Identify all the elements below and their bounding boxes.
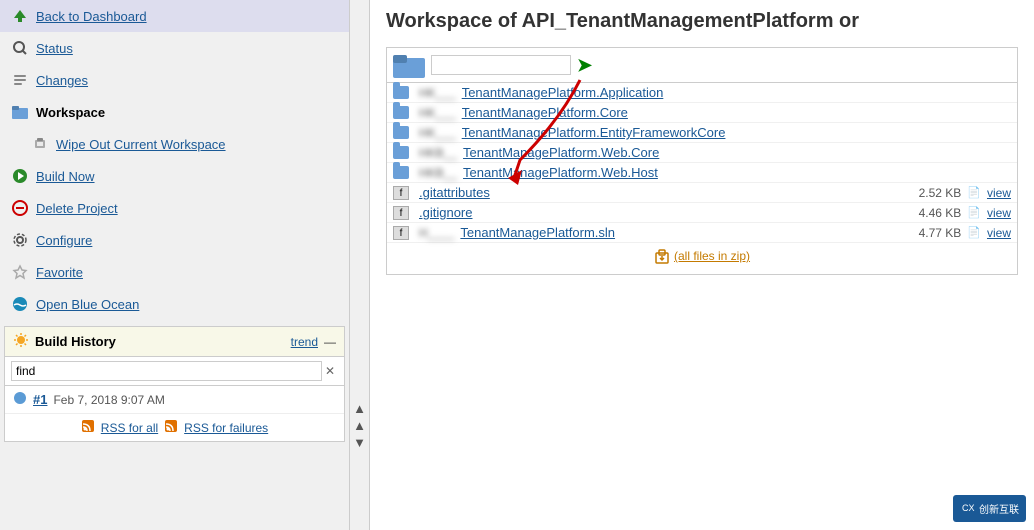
zip-icon (654, 249, 670, 268)
build-search-clear-button[interactable]: ✕ (322, 364, 338, 378)
view-file-link[interactable]: view (987, 186, 1011, 200)
sidebar-item-workspace[interactable]: Workspace (0, 96, 349, 128)
zip-download-link[interactable]: (all files in zip) (674, 249, 750, 268)
workspace-icon (10, 102, 30, 122)
file-row: HK___ TenantManagePlatform.EntityFramewo… (387, 123, 1017, 143)
workspace-path-bar: ➤ (387, 48, 1017, 83)
arrow-up-icon (10, 6, 30, 26)
build-history-search: ✕ (5, 357, 344, 386)
file-row: HKB__ TenantManagePlatform.Web.Host (387, 163, 1017, 183)
workspace-go-button[interactable]: ➤ (577, 55, 592, 76)
file-icon-small: 📄 (967, 206, 981, 219)
file-prefix: HK___ (419, 86, 456, 100)
build-status-icon (13, 391, 27, 408)
rss-failures-link[interactable]: RSS for failures (184, 421, 268, 435)
file-size: 4.46 KB (901, 206, 961, 220)
file-row: f H____ TenantManagePlatform.sln 4.77 KB… (387, 223, 1017, 243)
file-row: HK___ TenantManagePlatform.Application (387, 83, 1017, 103)
brand-icon: CX (960, 499, 976, 518)
file-row: f .gitignore 4.46 KB 📄 view (387, 203, 1017, 223)
folder-large-icon (393, 52, 425, 78)
build-history-trend-link[interactable]: trend (291, 335, 318, 349)
gear-icon (10, 230, 30, 250)
sidebar-item-favorite[interactable]: Favorite (0, 256, 349, 288)
star-icon (10, 262, 30, 282)
file-name-link[interactable]: TenantManagePlatform.Web.Core (463, 145, 1011, 160)
sidebar-item-back-to-dashboard[interactable]: Back to Dashboard (0, 0, 349, 32)
file-size: 4.77 KB (901, 226, 961, 240)
file-name-link[interactable]: TenantManagePlatform.EntityFrameworkCore (462, 125, 1011, 140)
build-history-entry: #1 Feb 7, 2018 9:07 AM (5, 386, 344, 414)
sidebar-item-delete-project[interactable]: Delete Project (0, 192, 349, 224)
delete-icon (10, 198, 30, 218)
workspace-browser: ➤ HK___ TenantManagePlatform.Application… (386, 47, 1018, 275)
rss-failures-icon (164, 419, 178, 436)
folder-icon (393, 126, 409, 139)
scroll-down-button[interactable]: ▼ (353, 435, 366, 450)
build-icon (10, 166, 30, 186)
folder-icon (393, 146, 409, 159)
ocean-icon (10, 294, 30, 314)
scroll-up-button[interactable]: ▲ (353, 401, 366, 416)
file-row: HK___ TenantManagePlatform.Core (387, 103, 1017, 123)
file-prefix: HK___ (419, 126, 456, 140)
file-prefix: HK___ (419, 106, 456, 120)
scroll-up-small-button[interactable]: ▲ (353, 418, 366, 433)
view-file-link[interactable]: view (987, 206, 1011, 220)
file-icon: f (393, 206, 409, 220)
folder-icon (393, 166, 409, 179)
file-icon: f (393, 186, 409, 200)
wipe-icon (30, 134, 50, 154)
file-name-link[interactable]: TenantManagePlatform.Web.Host (463, 165, 1011, 180)
build-history-header: Build History trend — (5, 327, 344, 357)
file-icon-small: 📄 (967, 186, 981, 199)
file-prefix: HKB__ (419, 146, 457, 160)
rss-all-link[interactable]: RSS for all (101, 421, 158, 435)
view-file-link[interactable]: view (987, 226, 1011, 240)
file-name-link[interactable]: .gitignore (419, 205, 895, 220)
file-name-link[interactable]: TenantManagePlatform.sln (460, 225, 895, 240)
rss-footer: RSS for all RSS for failures (5, 414, 344, 441)
file-icon-small: 📄 (967, 226, 981, 239)
sidebar-item-configure[interactable]: Configure (0, 224, 349, 256)
workspace-path-input[interactable] (431, 55, 571, 75)
search-icon (10, 38, 30, 58)
sidebar-item-build-now[interactable]: Build Now (0, 160, 349, 192)
build-history-dash: — (324, 335, 336, 349)
build-date: Feb 7, 2018 9:07 AM (53, 393, 164, 407)
sidebar-item-wipe-workspace[interactable]: Wipe Out Current Workspace (0, 128, 349, 160)
file-size: 2.52 KB (901, 186, 961, 200)
folder-icon (393, 86, 409, 99)
build-search-input[interactable] (11, 361, 322, 381)
page-title: Workspace of API_TenantManagementPlatfor… (386, 10, 1018, 33)
sidebar-item-status[interactable]: Status (0, 32, 349, 64)
file-name-link[interactable]: TenantManagePlatform.Core (462, 105, 1011, 120)
brand-text: 创新互联 (979, 501, 1019, 516)
file-row: f .gitattributes 2.52 KB 📄 view (387, 183, 1017, 203)
file-icon: f (393, 226, 409, 240)
rss-all-icon (81, 419, 95, 436)
file-prefix: H____ (419, 226, 454, 240)
file-row: HKB__ TenantManagePlatform.Web.Core (387, 143, 1017, 163)
build-number-link[interactable]: #1 (33, 392, 47, 407)
build-history-sun-icon (13, 332, 29, 351)
brand-logo: CX 创新互联 (953, 495, 1026, 522)
file-name-link[interactable]: TenantManagePlatform.Application (462, 85, 1011, 100)
zip-download-row: (all files in zip) (387, 243, 1017, 274)
build-history-title: Build History (35, 334, 285, 349)
sidebar-item-open-blue-ocean[interactable]: Open Blue Ocean (0, 288, 349, 320)
changes-icon (10, 70, 30, 90)
svg-text:CX: CX (962, 503, 975, 513)
sidebar-item-changes[interactable]: Changes (0, 64, 349, 96)
file-prefix: HKB__ (419, 166, 457, 180)
folder-icon (393, 106, 409, 119)
file-name-link[interactable]: .gitattributes (419, 185, 895, 200)
